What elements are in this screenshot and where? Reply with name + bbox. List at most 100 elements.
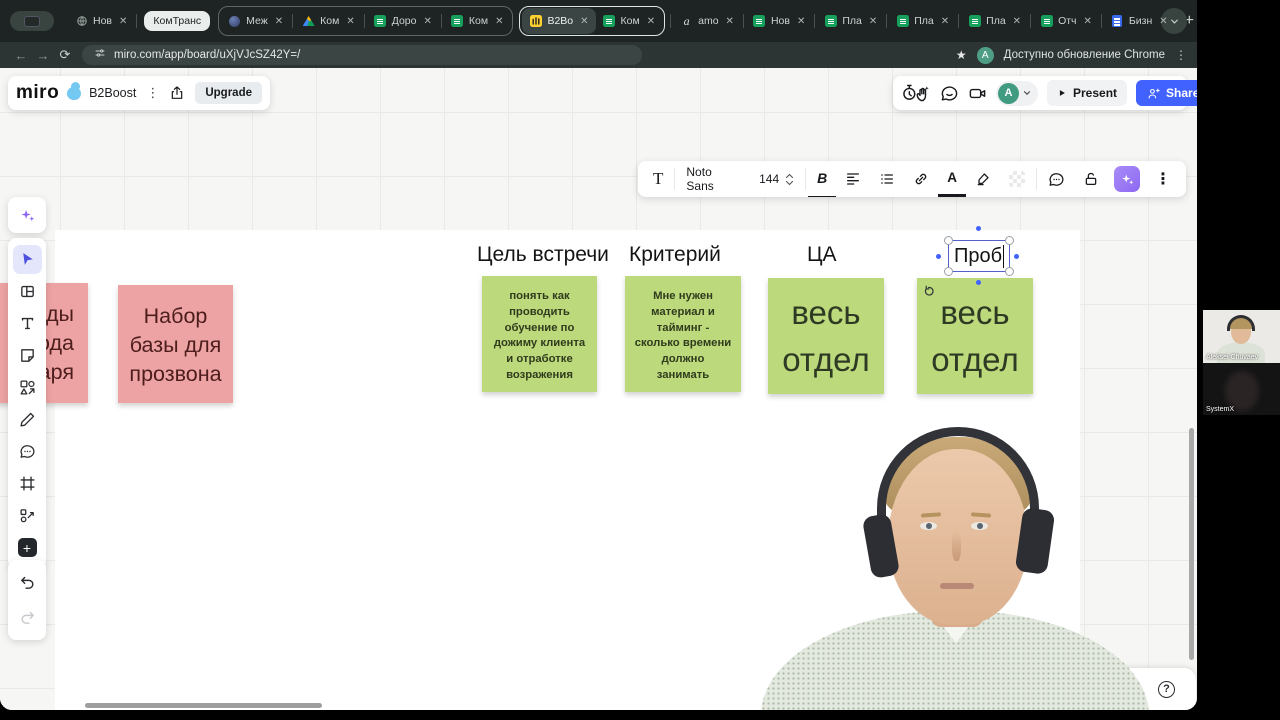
connector-anchor-dot[interactable] [976,280,981,285]
ai-assist-button[interactable] [1108,161,1146,197]
fill-pattern-icon[interactable] [1000,161,1034,197]
bold-button[interactable]: B [808,161,837,197]
frame-icon[interactable] [13,469,42,498]
font-size-value[interactable]: 144 [759,172,779,186]
connector-anchor-dot[interactable] [976,226,981,231]
selection-handle[interactable] [944,236,953,245]
bullet-list-icon[interactable] [870,161,904,197]
back-icon[interactable]: ← [10,48,32,63]
tab-close-icon[interactable]: ✕ [275,16,283,27]
miro-logo[interactable]: miro [16,82,59,104]
browser-tab[interactable]: Нов ✕ [68,8,134,34]
ai-sparkle-icon[interactable] [13,201,42,230]
miro-board-canvas[interactable]: ды ода аря Набор базы для прозвона понять ка… [0,68,1197,710]
comment-icon[interactable] [13,437,42,466]
site-info-icon[interactable] [94,46,106,64]
font-family-select[interactable]: Noto Sans [677,161,750,197]
tab-close-icon[interactable]: ✕ [423,16,431,27]
shapes-icon[interactable] [13,373,42,402]
connector-anchor-dot[interactable] [936,254,941,259]
rotate-handle-icon[interactable] [923,284,936,302]
browser-tab[interactable]: Меж ✕ [221,8,290,34]
text-icon[interactable] [13,309,42,338]
browser-tab[interactable]: Отч ✕ [1033,8,1099,34]
tab-close-icon[interactable]: ✕ [869,16,877,27]
forward-icon[interactable]: → [32,48,54,63]
align-left-icon[interactable] [836,161,870,197]
selection-handle[interactable] [944,267,953,276]
tab-close-icon[interactable]: ✕ [119,16,127,27]
selection-handle[interactable] [1005,267,1014,276]
browser-tab[interactable]: Пла ✕ [961,8,1028,34]
sticky-note-pink[interactable]: Набор базы для прозвона [118,285,233,403]
browser-tab[interactable]: Ком ✕ [295,8,362,34]
chrome-profile-avatar[interactable]: A [976,46,994,64]
vertical-scrollbar[interactable] [1189,428,1194,660]
browser-tab[interactable]: Пла ✕ [817,8,884,34]
sticky-note-green[interactable]: Мне нужен материал и тайминг - сколько врем… [625,276,741,392]
tab-close-icon[interactable]: ✕ [346,16,354,27]
tab-close-icon[interactable]: ✕ [580,16,588,27]
link-icon[interactable] [904,161,938,197]
refresh-icon[interactable]: ⟳ [54,47,76,63]
tab-close-icon[interactable]: ✕ [1084,16,1092,27]
browser-tab-active[interactable]: B2Bo ✕ [522,8,596,34]
chrome-menu-icon[interactable]: ⋮ [1175,48,1187,62]
tab-close-icon[interactable]: ✕ [941,16,949,27]
sticky-note-green[interactable]: понять как проводить обучение по дожиму кли… [482,276,597,392]
lock-open-icon[interactable] [1074,161,1108,197]
add-icon[interactable]: + [13,533,42,562]
tab-close-icon[interactable]: ✕ [1159,16,1167,27]
reactions-timer-icon[interactable] [901,83,931,103]
board-name[interactable]: B2Boost [89,86,136,100]
sticky-note-green[interactable]: весь отдел [768,278,884,394]
chat-icon[interactable] [940,84,959,103]
tab-close-icon[interactable]: ✕ [647,16,655,27]
window-controls-pill[interactable] [10,11,54,31]
board-menu-icon[interactable]: ⋮ [144,85,161,101]
apps-icon[interactable] [13,501,42,530]
column-header-text[interactable]: Критерий [629,243,721,267]
present-button[interactable]: Present [1047,80,1128,106]
text-style-icon[interactable]: T [644,161,672,197]
connector-anchor-dot[interactable] [1014,254,1019,259]
font-size-stepper[interactable] [785,173,794,186]
upgrade-button[interactable]: Upgrade [195,82,262,104]
select-cursor-icon[interactable] [12,245,42,274]
comment-icon[interactable] [1039,161,1074,197]
help-button[interactable]: ? [1158,680,1176,698]
browser-tab[interactable]: a amo ✕ [673,8,741,34]
tab-close-icon[interactable]: ✕ [495,16,503,27]
browser-tab[interactable]: Доро ✕ [367,8,439,34]
browser-tab[interactable]: Бизн ✕ [1104,8,1175,34]
font-size-control[interactable]: 144 [750,161,803,197]
selection-handle[interactable] [1005,236,1014,245]
pen-icon[interactable] [13,405,42,434]
tab-close-icon[interactable]: ✕ [1013,16,1021,27]
browser-tab[interactable]: Нов ✕ [746,8,812,34]
undo-icon[interactable] [13,568,42,597]
user-avatar-menu[interactable]: A [996,80,1038,106]
browser-tab[interactable]: Ком ✕ [596,8,663,34]
templates-icon[interactable] [13,277,42,306]
bookmark-star-icon[interactable]: ★ [956,48,967,62]
tab-close-icon[interactable]: ✕ [726,16,734,27]
tab-group-label[interactable]: КомТранс [144,11,211,31]
more-options-icon[interactable]: ⋮ [1146,161,1180,197]
highlighter-icon[interactable] [966,161,1000,197]
sticky-note-icon[interactable] [13,341,42,370]
text-color-button[interactable]: A [938,161,966,197]
browser-tab[interactable]: Ком ✕ [444,8,511,34]
browser-tab[interactable]: Пла ✕ [889,8,956,34]
column-header-text[interactable]: ЦА [807,243,837,267]
horizontal-scrollbar[interactable] [85,703,322,708]
tab-close-icon[interactable]: ✕ [797,16,805,27]
text-edit-box[interactable]: Проб [948,240,1010,272]
video-camera-icon[interactable] [968,84,987,103]
share-button[interactable]: Share [1136,80,1197,106]
export-icon[interactable] [169,85,185,101]
url-field[interactable]: miro.com/app/board/uXjVJcSZ42Y=/ [82,45,642,65]
column-header-text[interactable]: Цель встречи [477,243,609,267]
chrome-update-notice[interactable]: Доступно обновление Chrome [1004,49,1165,61]
redo-icon[interactable] [13,603,42,632]
